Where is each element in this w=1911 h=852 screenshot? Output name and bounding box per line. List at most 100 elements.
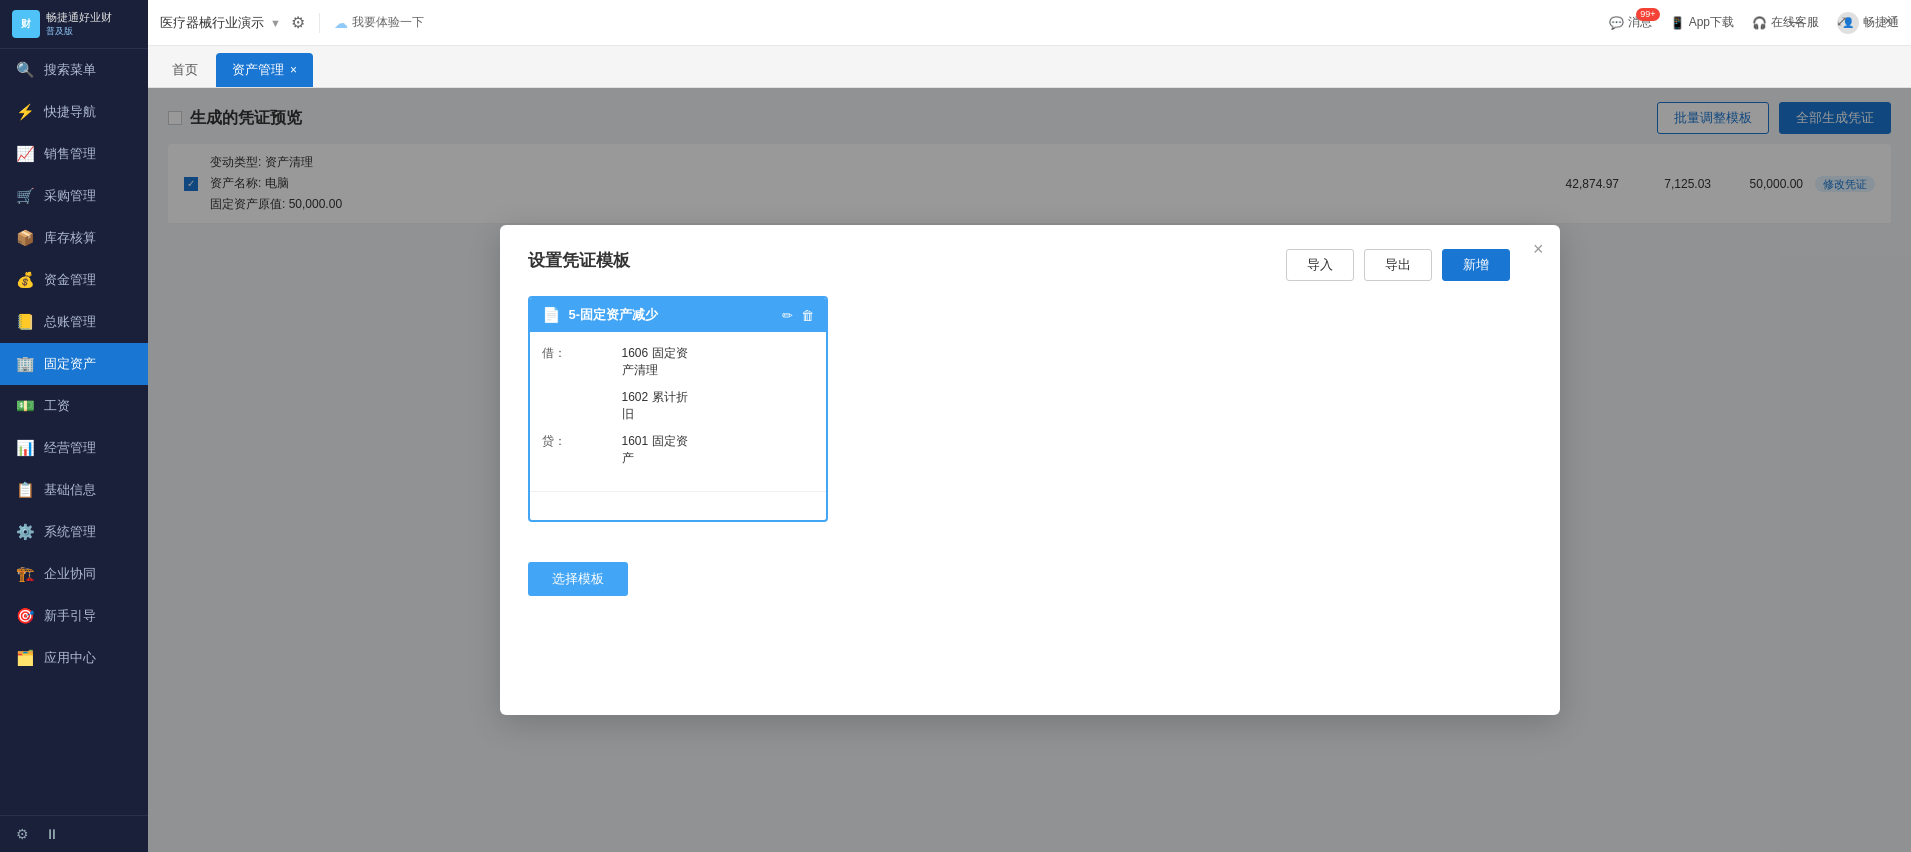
settings-icon[interactable]: ⚙ [16,826,29,842]
fixedasset-icon: 🏢 [16,355,34,373]
inventory-icon: 📦 [16,229,34,247]
sidebar-item-appstore[interactable]: 🗂️ 应用中心 [0,637,148,679]
tab-asset[interactable]: 资产管理 × [216,53,313,87]
company-name: 医疗器械行业演示 [160,14,264,32]
expand-button[interactable]: ⤢ [1819,0,1865,42]
sidebar: 财 畅捷通好业财 普及版 🔍 搜索菜单 ⚡ 快捷导航 📈 销售管理 🛒 采购管理… [0,0,148,852]
sidebar-item-quicknav-label: 快捷导航 [44,103,96,121]
template-delete-icon[interactable]: 🗑 [801,308,814,323]
close-window-button[interactable]: × [1865,0,1911,42]
collapse-icon[interactable]: ⏸ [45,826,59,842]
logo-text: 畅捷通好业财 [46,10,112,24]
sidebar-item-operations[interactable]: 📊 经营管理 [0,427,148,469]
basicinfo-icon: 📋 [16,481,34,499]
logo-icon: 财 [12,10,40,38]
template-entry: 借： 1606 固定资产清理 [530,340,826,384]
sidebar-bottom: ⚙ ⏸ [0,815,148,852]
entry-credit [754,433,814,467]
sidebar-item-basicinfo-label: 基础信息 [44,481,96,499]
quicknav-icon: ⚡ [16,103,34,121]
export-button[interactable]: 导出 [1364,249,1432,281]
purchase-icon: 🛒 [16,187,34,205]
headset-icon: 🎧 [1752,16,1767,30]
modal-overlay: × 设置凭证模板 导入 导出 新增 📄 5-固定资产减少 [148,88,1911,852]
sidebar-item-enterprise[interactable]: 🏗️ 企业协同 [0,553,148,595]
entry-credit [754,389,814,423]
template-card: 📄 5-固定资产减少 ✏ 🗑 借： 1606 固定资产清理 [528,296,828,522]
sidebar-item-enterprise-label: 企业协同 [44,565,96,583]
sidebar-item-fixedasset[interactable]: 🏢 固定资产 [0,343,148,385]
sidebar-item-capital[interactable]: 💰 资金管理 [0,259,148,301]
ledger-icon: 📒 [16,313,34,331]
capital-icon: 💰 [16,271,34,289]
sales-icon: 📈 [16,145,34,163]
sidebar-item-capital-label: 资金管理 [44,271,96,289]
guide-icon: 🎯 [16,607,34,625]
sidebar-item-quicknav[interactable]: ⚡ 快捷导航 [0,91,148,133]
sidebar-item-purchase[interactable]: 🛒 采购管理 [0,175,148,217]
sidebar-item-search[interactable]: 🔍 搜索菜单 [0,49,148,91]
company-chevron-icon: ▼ [270,17,281,29]
logo-badge: 普及版 [46,25,112,38]
entry-account: 1601 固定资产 [622,433,694,467]
entry-debit [694,389,754,423]
sidebar-item-inventory-label: 库存核算 [44,229,96,247]
template-file-icon: 📄 [542,306,561,324]
select-template-button[interactable]: 选择模板 [528,562,628,596]
system-icon: ⚙️ [16,523,34,541]
topbar: 医疗器械行业演示 ▼ ⚙ ☁ 我要体验一下 💬 消息 99+ 📱 App下载 [148,0,1911,46]
sidebar-item-guide[interactable]: 🎯 新手引导 [0,595,148,637]
experience-hint[interactable]: ☁ 我要体验一下 [334,14,424,31]
sidebar-item-purchase-label: 采购管理 [44,187,96,205]
tab-asset-close-icon[interactable]: × [290,63,297,77]
appstore-icon: 🗂️ [16,649,34,667]
operations-icon: 📊 [16,439,34,457]
sidebar-item-sales-label: 销售管理 [44,145,96,163]
template-header-left: 📄 5-固定资产减少 [542,306,659,324]
new-button[interactable]: 新增 [1442,249,1510,281]
logo-text-group: 畅捷通好业财 普及版 [46,10,112,37]
template-edit-icon[interactable]: ✏ [782,308,793,323]
mobile-icon: 📱 [1670,16,1685,30]
template-entry: 1602 累计折旧 [530,384,826,428]
entry-debit [694,345,754,379]
tab-asset-label: 资产管理 [232,61,284,79]
sidebar-item-ledger-label: 总账管理 [44,313,96,331]
sidebar-item-system-label: 系统管理 [44,523,96,541]
select-template-area: 选择模板 [528,542,1532,596]
appdownload-action[interactable]: 📱 App下载 [1670,14,1734,31]
message-icon: 💬 [1609,16,1624,30]
sidebar-nav: 🔍 搜索菜单 ⚡ 快捷导航 📈 销售管理 🛒 采购管理 📦 库存核算 💰 资金管… [0,49,148,815]
company-selector[interactable]: 医疗器械行业演示 ▼ [160,14,281,32]
entry-debit [694,433,754,467]
cloud-icon: ☁ [334,15,348,31]
entry-account: 1602 累计折旧 [622,389,694,423]
sidebar-item-system[interactable]: ⚙️ 系统管理 [0,511,148,553]
sidebar-item-sales[interactable]: 📈 销售管理 [0,133,148,175]
sidebar-item-guide-label: 新手引导 [44,607,96,625]
topbar-gear-icon[interactable]: ⚙ [291,13,305,32]
dialog-toolbar: 导入 导出 新增 [1286,249,1510,281]
topbar-divider [319,13,320,33]
template-header-actions: ✏ 🗑 [782,308,814,323]
entry-credit [754,345,814,379]
sidebar-item-ledger[interactable]: 📒 总账管理 [0,301,148,343]
sidebar-logo: 财 畅捷通好业财 普及版 [0,0,148,49]
sidebar-item-basicinfo[interactable]: 📋 基础信息 [0,469,148,511]
sidebar-item-search-label: 搜索菜单 [44,61,96,79]
sidebar-item-inventory[interactable]: 📦 库存核算 [0,217,148,259]
template-entry: 贷： 1601 固定资产 [530,428,826,472]
minimize-button[interactable]: — [1773,0,1819,42]
window-controls: — ⤢ × [1773,0,1911,42]
tabbar: 首页 资产管理 × [148,46,1911,88]
tab-home[interactable]: 首页 [156,53,214,87]
search-icon: 🔍 [16,61,34,79]
sidebar-item-payroll[interactable]: 💵 工资 [0,385,148,427]
dialog-close-button[interactable]: × [1533,239,1544,260]
experience-text: 我要体验一下 [352,14,424,31]
message-action[interactable]: 💬 消息 99+ [1609,14,1652,31]
import-button[interactable]: 导入 [1286,249,1354,281]
payroll-icon: 💵 [16,397,34,415]
sidebar-item-operations-label: 经营管理 [44,439,96,457]
enterprise-icon: 🏗️ [16,565,34,583]
